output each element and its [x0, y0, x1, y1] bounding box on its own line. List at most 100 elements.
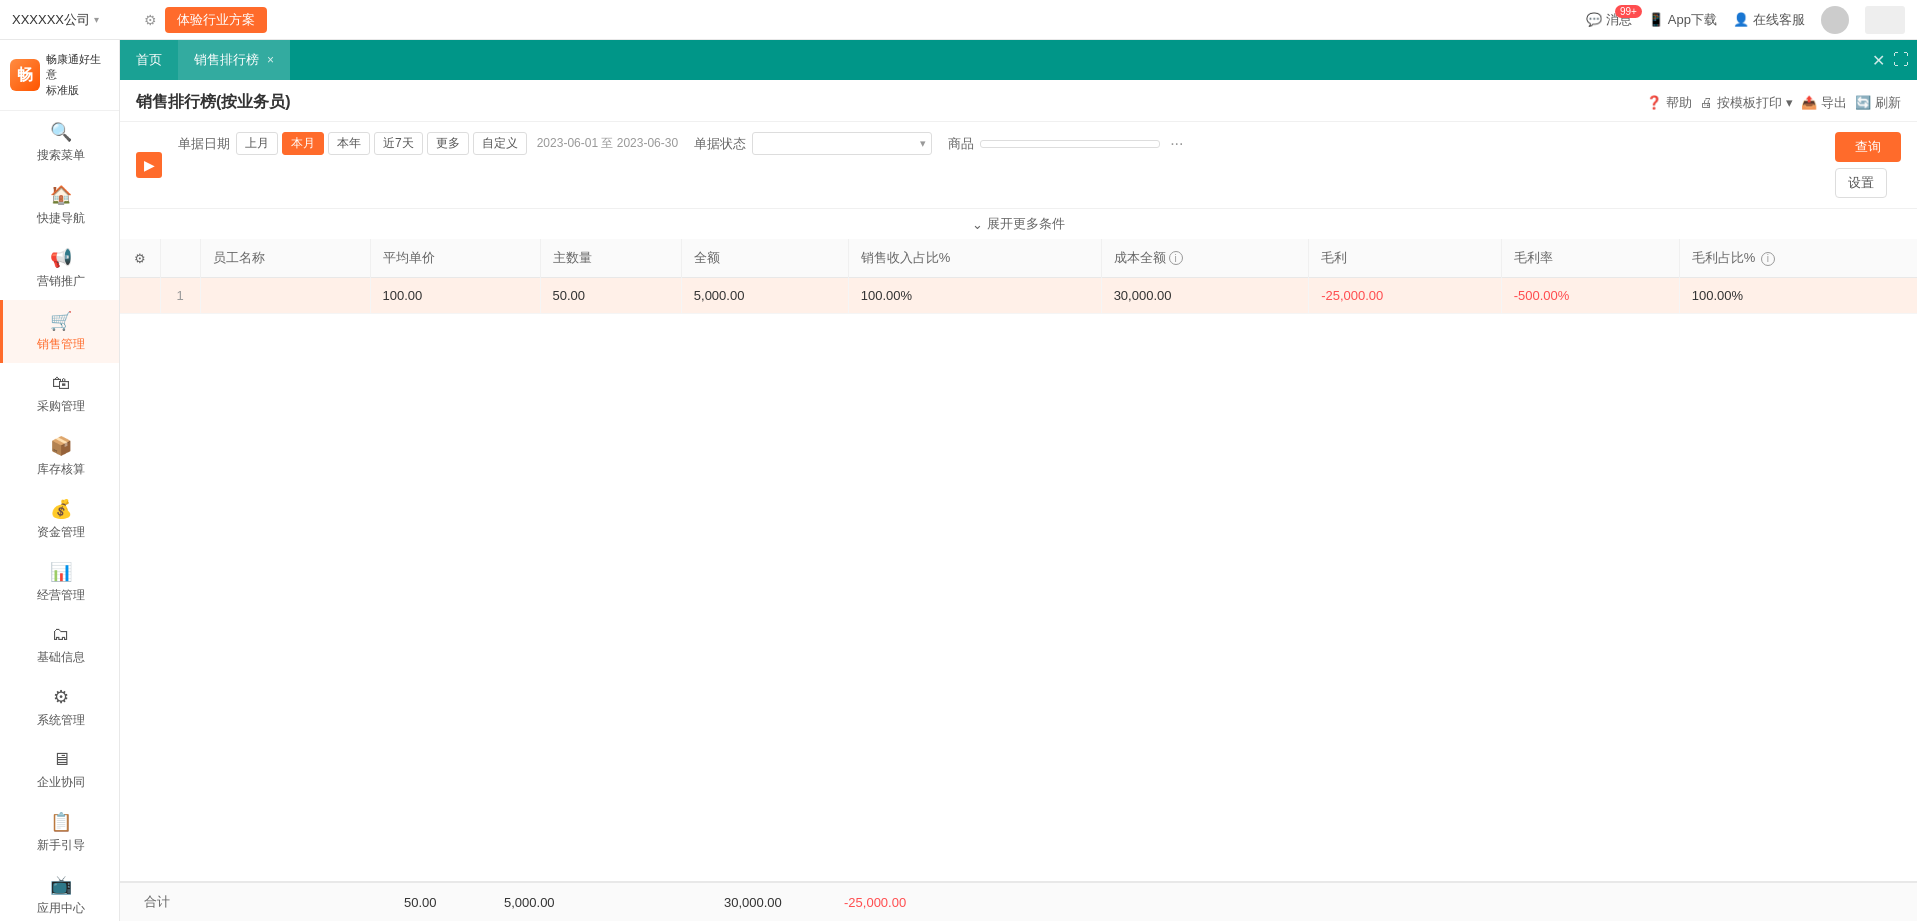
status-filter: 单据状态 ▾ [694, 132, 932, 155]
th-qty: 主数量 [540, 239, 681, 278]
status-select-wrapper: ▾ [752, 132, 932, 155]
sidebar-item-label: 搜索菜单 [37, 147, 85, 164]
th-name: 员工名称 [200, 239, 370, 278]
footer-gross: -25,000.00 [832, 895, 918, 910]
appcenter-icon: 📺 [50, 874, 72, 896]
footer-qty: 50.00 [392, 895, 492, 910]
date-btn-custom[interactable]: 自定义 [473, 132, 527, 155]
sidebar-item-marketing[interactable]: 📢 营销推广 [0, 237, 119, 300]
date-range: 2023-06-01 至 2023-06-30 [537, 135, 678, 152]
date-btn-more[interactable]: 更多 [427, 132, 469, 155]
sidebar-item-finance[interactable]: 💰 资金管理 [0, 488, 119, 551]
logo-icon: 畅 [10, 59, 40, 91]
sidebar-item-basic-info[interactable]: 🗂 基础信息 [0, 614, 119, 676]
message-button[interactable]: 💬 消息 99+ [1586, 11, 1632, 29]
th-gross-rate: 毛利率 [1501, 239, 1679, 278]
settings-button[interactable]: 设置 [1835, 168, 1887, 198]
gear-icon[interactable]: ⚙ [144, 12, 157, 28]
gross-pct-info-icon[interactable]: i [1761, 252, 1775, 266]
refresh-icon: 🔄 [1855, 95, 1871, 110]
tab-bar: 首页 销售排行榜 × ✕ ⛶ [120, 40, 1917, 80]
page-header: 销售排行榜(按业务员) ❓ 帮助 🖨 按模板打印 ▾ 📤 导出 🔄 刷新 [120, 80, 1917, 122]
date-btn-7days[interactable]: 近7天 [374, 132, 423, 155]
online-service-label: 在线客服 [1753, 11, 1805, 29]
tab-sales-ranking[interactable]: 销售排行榜 × [178, 40, 290, 80]
tab-home[interactable]: 首页 [120, 40, 178, 80]
expand-more-btn[interactable]: ⌄ 展开更多条件 [972, 215, 1065, 233]
tab-expand-icon[interactable]: ⛶ [1893, 51, 1909, 69]
status-select[interactable] [752, 132, 932, 155]
help-button[interactable]: ❓ 帮助 [1646, 94, 1692, 112]
tab-close-window-icon[interactable]: ✕ [1872, 51, 1885, 70]
sidebar-item-label: 库存核算 [37, 461, 85, 478]
sidebar-item-search[interactable]: 🔍 搜索菜单 [0, 111, 119, 174]
sidebar-item-label: 快捷导航 [37, 210, 85, 227]
sidebar-item-inventory[interactable]: 📦 库存核算 [0, 425, 119, 488]
company-name: XXXXXX公司 [12, 11, 90, 29]
export-button[interactable]: 📤 导出 [1801, 94, 1847, 112]
sidebar-item-label: 系统管理 [37, 712, 85, 729]
top-bar: XXXXXX公司 ▾ ⚙ 体验行业方案 💬 消息 99+ 📱 App下载 👤 在… [0, 0, 1917, 40]
sidebar-item-appcenter[interactable]: 📺 应用中心 [0, 864, 119, 921]
sidebar-item-label: 基础信息 [37, 649, 85, 666]
sidebar-item-system[interactable]: ⚙ 系统管理 [0, 676, 119, 739]
date-btn-lastmonth[interactable]: 上月 [236, 132, 278, 155]
table-footer: 合计 50.00 5,000.00 30,000.00 -25,000.00 [120, 881, 1917, 921]
trial-button[interactable]: 体验行业方案 [165, 7, 267, 33]
th-settings: ⚙ [120, 239, 160, 278]
table-settings-icon[interactable]: ⚙ [134, 251, 146, 266]
expand-row: ⌄ 展开更多条件 [120, 208, 1917, 239]
sidebar-item-guide[interactable]: 📋 新手引导 [0, 801, 119, 864]
query-button[interactable]: 查询 [1835, 132, 1901, 162]
sales-icon: 🛒 [50, 310, 72, 332]
sidebar-item-quicknav[interactable]: 🏠 快捷导航 [0, 174, 119, 237]
print-button[interactable]: 🖨 按模板打印 ▾ [1700, 94, 1793, 112]
sidebar-item-purchase[interactable]: 🛍 采购管理 [0, 363, 119, 425]
sidebar: 畅 畅康通好生意 标准版 🔍 搜索菜单 🏠 快捷导航 📢 营销推广 🛒 销售管理… [0, 40, 120, 921]
filter-outer: ▶ 单据日期 上月 本月 本年 近7天 更多 自定义 [120, 122, 1917, 239]
date-btn-thismonth[interactable]: 本月 [282, 132, 324, 155]
filter-collapse-btn[interactable]: ▶ [136, 152, 162, 178]
company-selector[interactable]: XXXXXX公司 ▾ [12, 11, 132, 29]
refresh-button[interactable]: 🔄 刷新 [1855, 94, 1901, 112]
avatar[interactable] [1821, 6, 1849, 34]
online-service-button[interactable]: 👤 在线客服 [1733, 11, 1805, 29]
expand-label: 展开更多条件 [987, 215, 1065, 233]
goods-dots[interactable]: ··· [1170, 135, 1183, 153]
cell-gross: -25,000.00 [1309, 278, 1501, 314]
cost-info-icon[interactable]: i [1169, 251, 1183, 265]
cell-qty: 50.00 [540, 278, 681, 314]
finance-icon: 💰 [50, 498, 72, 520]
tab-label: 销售排行榜 [194, 51, 259, 69]
table-body: 1 100.00 50.00 5,000.00 100.00% 30,000.0… [120, 278, 1917, 314]
cell-name [200, 278, 370, 314]
th-cost: 成本全额 i [1101, 239, 1309, 278]
footer-label: 合计 [132, 893, 192, 911]
footer-amount: 5,000.00 [492, 895, 612, 910]
app-download-button[interactable]: 📱 App下载 [1648, 11, 1717, 29]
th-gross-pct: 毛利占比% i [1679, 239, 1917, 278]
home-icon: 🏠 [50, 184, 72, 206]
sidebar-item-operations[interactable]: 📊 经营管理 [0, 551, 119, 614]
tab-right-controls: ✕ ⛶ [1872, 51, 1917, 70]
enterprise-icon: 🖥 [52, 749, 70, 770]
app-download-label: App下载 [1668, 11, 1717, 29]
date-btn-thisyear[interactable]: 本年 [328, 132, 370, 155]
print-icon: 🖨 [1700, 95, 1713, 110]
sidebar-item-label: 资金管理 [37, 524, 85, 541]
operations-icon: 📊 [50, 561, 72, 583]
help-icon: ❓ [1646, 95, 1662, 110]
th-rank [160, 239, 200, 278]
export-icon: 📤 [1801, 95, 1817, 110]
logo-text: 畅康通好生意 标准版 [46, 52, 109, 98]
filter-fields: 单据日期 上月 本月 本年 近7天 更多 自定义 2023-06-01 至 20… [178, 132, 1819, 155]
goods-label: 商品 [948, 135, 974, 153]
guide-icon: 📋 [50, 811, 72, 833]
sidebar-item-enterprise[interactable]: 🖥 企业协同 [0, 739, 119, 801]
inventory-icon: 📦 [50, 435, 72, 457]
sidebar-item-sales[interactable]: 🛒 销售管理 [0, 300, 119, 363]
sidebar-logo: 畅 畅康通好生意 标准版 [0, 40, 119, 111]
goods-input-area[interactable] [980, 140, 1160, 148]
goods-filter: 商品 ··· [948, 135, 1183, 153]
tab-close-icon[interactable]: × [267, 53, 274, 67]
